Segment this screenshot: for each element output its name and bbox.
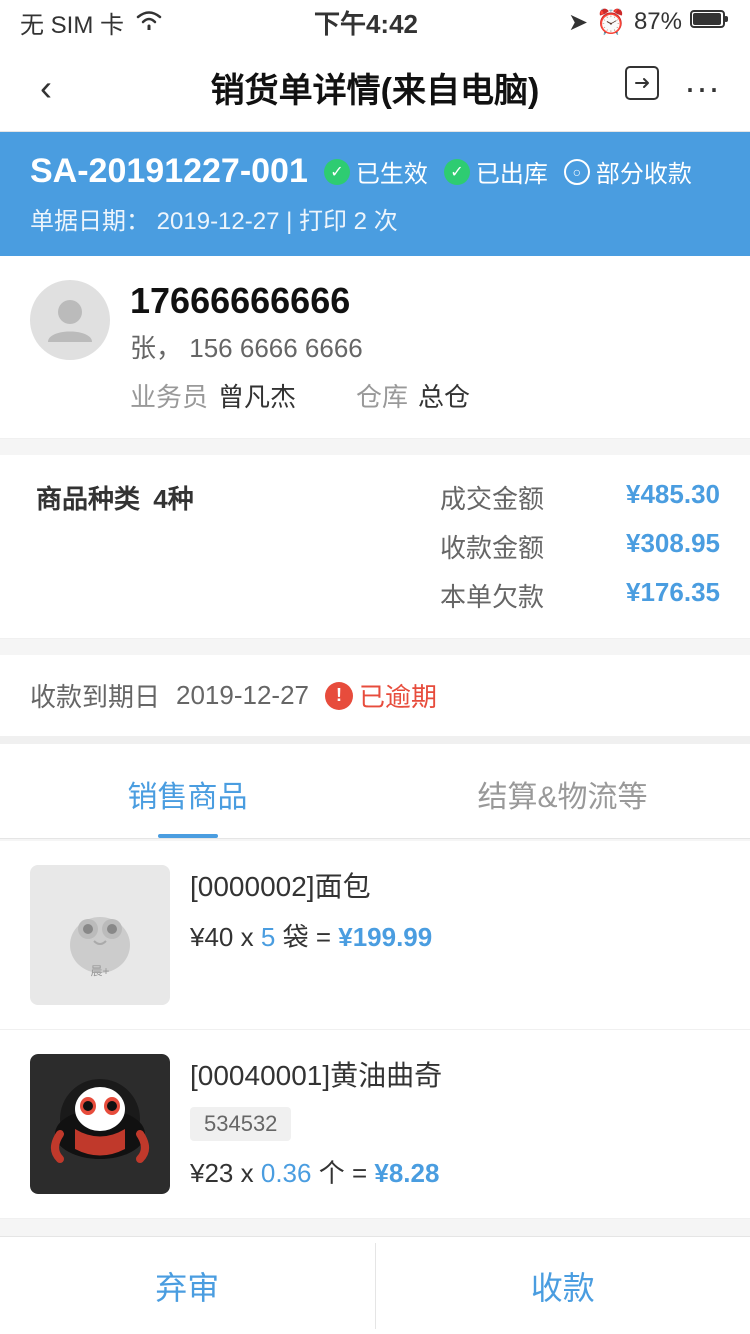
product-name-1: [0000002]面包	[190, 865, 720, 905]
due-section: 收款到期日 2019-12-27 ! 已逾期	[0, 655, 750, 744]
customer-phone: 张， 156 6666 6666	[130, 328, 720, 365]
status-right: ➤ ⏰ 87%	[568, 8, 730, 37]
summary-section: 商品种类 4种 成交金额 ¥485.30 收款金额 ¥308.95 本单欠款 ¥…	[0, 455, 750, 639]
summary-left: 商品种类 4种	[30, 479, 440, 516]
product-details-2: [00040001]黄油曲奇 534532 ¥23 x 0.36 个 = ¥8.…	[190, 1054, 720, 1190]
customer-meta: 业务员 曾凡杰 仓库 总仓	[130, 377, 720, 414]
location-icon: ➤	[568, 8, 588, 37]
product-category: 商品种类 4种	[30, 479, 440, 516]
customer-name: 17666666666	[130, 280, 720, 322]
status-effective: ✓ 已生效	[324, 154, 428, 189]
customer-avatar	[30, 280, 110, 360]
battery-icon	[690, 8, 730, 37]
share-icon[interactable]	[624, 65, 660, 110]
overdue-badge: ! 已逾期	[325, 677, 437, 714]
nav-bar: ‹ 销货单详情(来自电脑) ···	[0, 44, 750, 132]
order-id: SA-20191227-001	[30, 152, 308, 191]
tabs: 销售商品 结算&物流等	[0, 744, 750, 839]
overdue-text: 已逾期	[359, 677, 437, 714]
status-partial: ○ 部分收款	[564, 154, 692, 189]
product-item: [00040001]黄油曲奇 534532 ¥23 x 0.36 个 = ¥8.…	[0, 1030, 750, 1219]
amount-row: 成交金额 ¥485.30	[440, 479, 720, 516]
status-bar: 无 SIM 卡 下午4:42 ➤ ⏰ 87%	[0, 0, 750, 44]
product-item: 晨+ [0000002]面包 ¥40 x 5 袋 = ¥199.99	[0, 841, 750, 1030]
overdue-dot: !	[325, 682, 353, 710]
bottom-bar: 弃审 收款	[0, 1236, 750, 1334]
alarm-icon: ⏰	[596, 8, 626, 37]
more-icon[interactable]: ···	[684, 67, 720, 109]
back-button[interactable]: ‹	[30, 57, 62, 119]
sim-status: 无 SIM 卡	[20, 5, 124, 40]
received-row: 收款金额 ¥308.95	[440, 528, 720, 565]
order-header: SA-20191227-001 ✓ 已生效 ✓ 已出库 ○ 部分收款 单据日期：…	[0, 132, 750, 256]
due-label: 收款到期日	[30, 677, 160, 714]
product-name-2: [00040001]黄油曲奇	[190, 1054, 720, 1094]
customer-section: 17666666666 张， 156 6666 6666 业务员 曾凡杰 仓库 …	[0, 256, 750, 439]
reject-button[interactable]: 弃审	[0, 1243, 376, 1329]
summary-right: 成交金额 ¥485.30 收款金额 ¥308.95 本单欠款 ¥176.35	[440, 479, 720, 614]
collect-button[interactable]: 收款	[376, 1243, 750, 1329]
product-price-1: ¥40 x 5 袋 = ¥199.99	[190, 917, 720, 954]
owed-row: 本单欠款 ¥176.35	[440, 577, 720, 614]
tab-settlement[interactable]: 结算&物流等	[375, 744, 750, 838]
product-price-2: ¥23 x 0.36 个 = ¥8.28	[190, 1153, 720, 1190]
status-shipped: ✓ 已出库	[444, 154, 548, 189]
status-time: 下午4:42	[314, 4, 418, 41]
nav-actions: ···	[624, 65, 720, 110]
order-header-top: SA-20191227-001 ✓ 已生效 ✓ 已出库 ○ 部分收款	[30, 152, 720, 191]
sales-info: 业务员 曾凡杰	[130, 377, 296, 414]
product-image-2	[30, 1054, 170, 1194]
clock-icon: ○	[564, 159, 590, 185]
tab-products[interactable]: 销售商品	[0, 744, 375, 838]
page-title: 销货单详情(来自电脑)	[211, 63, 540, 112]
svg-text:晨+: 晨+	[90, 964, 109, 978]
warehouse-info: 仓库 总仓	[356, 377, 470, 414]
check-icon-effective: ✓	[324, 159, 350, 185]
product-details-1: [0000002]面包 ¥40 x 5 袋 = ¥199.99	[190, 865, 720, 954]
customer-info: 17666666666 张， 156 6666 6666 业务员 曾凡杰 仓库 …	[130, 280, 720, 414]
product-image-1: 晨+	[30, 865, 170, 1005]
check-icon-shipped: ✓	[444, 159, 470, 185]
page-content: SA-20191227-001 ✓ 已生效 ✓ 已出库 ○ 部分收款 单据日期：…	[0, 132, 750, 1319]
battery-percent: 87%	[634, 8, 682, 36]
product-sku-2: 534532	[190, 1107, 291, 1141]
due-date: 2019-12-27	[176, 680, 309, 711]
order-date: 单据日期： 2019-12-27 | 打印 2 次	[30, 201, 720, 236]
status-left: 无 SIM 卡	[20, 5, 164, 40]
wifi-icon	[134, 8, 164, 37]
product-list: 晨+ [0000002]面包 ¥40 x 5 袋 = ¥199.99	[0, 841, 750, 1219]
